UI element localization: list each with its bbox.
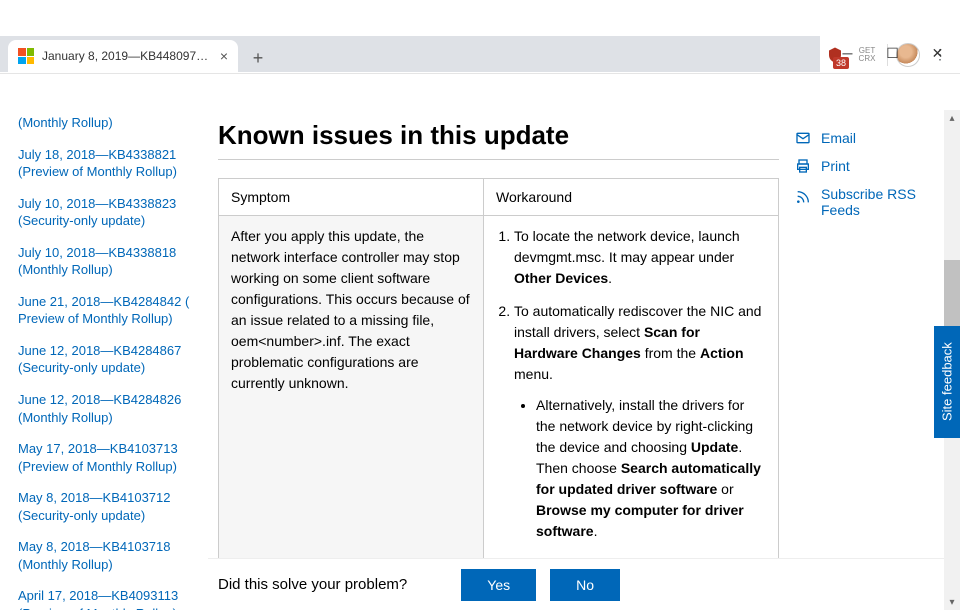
email-action[interactable]: Email <box>795 130 944 146</box>
microsoft-favicon <box>18 48 34 64</box>
maximize-button[interactable]: ☐ <box>870 36 915 70</box>
solve-question: Did this solve your problem? <box>218 576 407 593</box>
new-tab-button[interactable]: + <box>244 44 272 72</box>
sidebar-link[interactable]: May 8, 2018—KB4103712 (Security-only upd… <box>18 489 198 524</box>
sidebar-link[interactable]: July 18, 2018—KB4338821 (Preview of Mont… <box>18 146 198 181</box>
sidebar-link[interactable]: June 12, 2018—KB4284867 (Security-only u… <box>18 342 198 377</box>
sidebar-link[interactable]: April 17, 2018—KB4093113 (Preview of Mon… <box>18 587 198 610</box>
tab-strip: January 8, 2019—KB4480970 (Mo × + <box>0 36 820 72</box>
scrollbar-thumb[interactable] <box>944 260 960 330</box>
sidebar-link[interactable]: (Monthly Rollup) <box>18 114 198 132</box>
sidebar-link[interactable]: June 21, 2018—KB4284842 ( Preview of Mon… <box>18 293 198 328</box>
sidebar-nav: (Monthly Rollup) July 18, 2018—KB4338821… <box>0 110 208 610</box>
page-heading: Known issues in this update <box>218 120 779 151</box>
known-issues-table: Symptom Workaround After you apply this … <box>218 178 779 565</box>
th-symptom: Symptom <box>219 179 484 216</box>
workaround-step-2: To automatically rediscover the NIC and … <box>514 301 766 542</box>
workaround-substep: Alternatively, install the drivers for t… <box>536 395 766 542</box>
workaround-cell: To locate the network device, launch dev… <box>484 216 779 565</box>
close-button[interactable]: ✕ <box>915 36 960 70</box>
page-content: (Monthly Rollup) July 18, 2018—KB4338821… <box>0 110 960 610</box>
th-workaround: Workaround <box>484 179 779 216</box>
sidebar-link[interactable]: July 10, 2018—KB4338818 (Monthly Rollup) <box>18 244 198 279</box>
print-action[interactable]: Print <box>795 158 944 174</box>
close-tab-icon[interactable]: × <box>220 48 228 64</box>
workaround-step-1: To locate the network device, launch dev… <box>514 226 766 289</box>
scroll-down-icon[interactable]: ▾ <box>944 594 960 610</box>
sidebar-link[interactable]: May 8, 2018—KB4103718 (Monthly Rollup) <box>18 538 198 573</box>
no-button[interactable]: No <box>550 569 620 601</box>
scroll-up-icon[interactable]: ▴ <box>944 110 960 126</box>
ublock-icon[interactable]: 38 <box>823 43 847 67</box>
yes-button[interactable]: Yes <box>461 569 536 601</box>
main-content: Known issues in this update Symptom Work… <box>208 110 795 610</box>
site-feedback-tab[interactable]: Site feedback <box>934 326 960 438</box>
rss-action[interactable]: Subscribe RSS Feeds <box>795 186 944 218</box>
sidebar-link[interactable]: May 17, 2018—KB4103713 (Preview of Month… <box>18 440 198 475</box>
sidebar-link[interactable]: July 10, 2018—KB4338823 (Security-only u… <box>18 195 198 230</box>
symptom-cell: After you apply this update, the network… <box>219 216 484 565</box>
browser-tab[interactable]: January 8, 2019—KB4480970 (Mo × <box>8 40 238 72</box>
solve-problem-bar: Did this solve your problem? Yes No <box>208 558 944 610</box>
divider <box>218 159 779 160</box>
sidebar-link[interactable]: June 12, 2018—KB4284826 (Monthly Rollup) <box>18 391 198 426</box>
tab-title: January 8, 2019—KB4480970 (Mo <box>42 49 212 63</box>
